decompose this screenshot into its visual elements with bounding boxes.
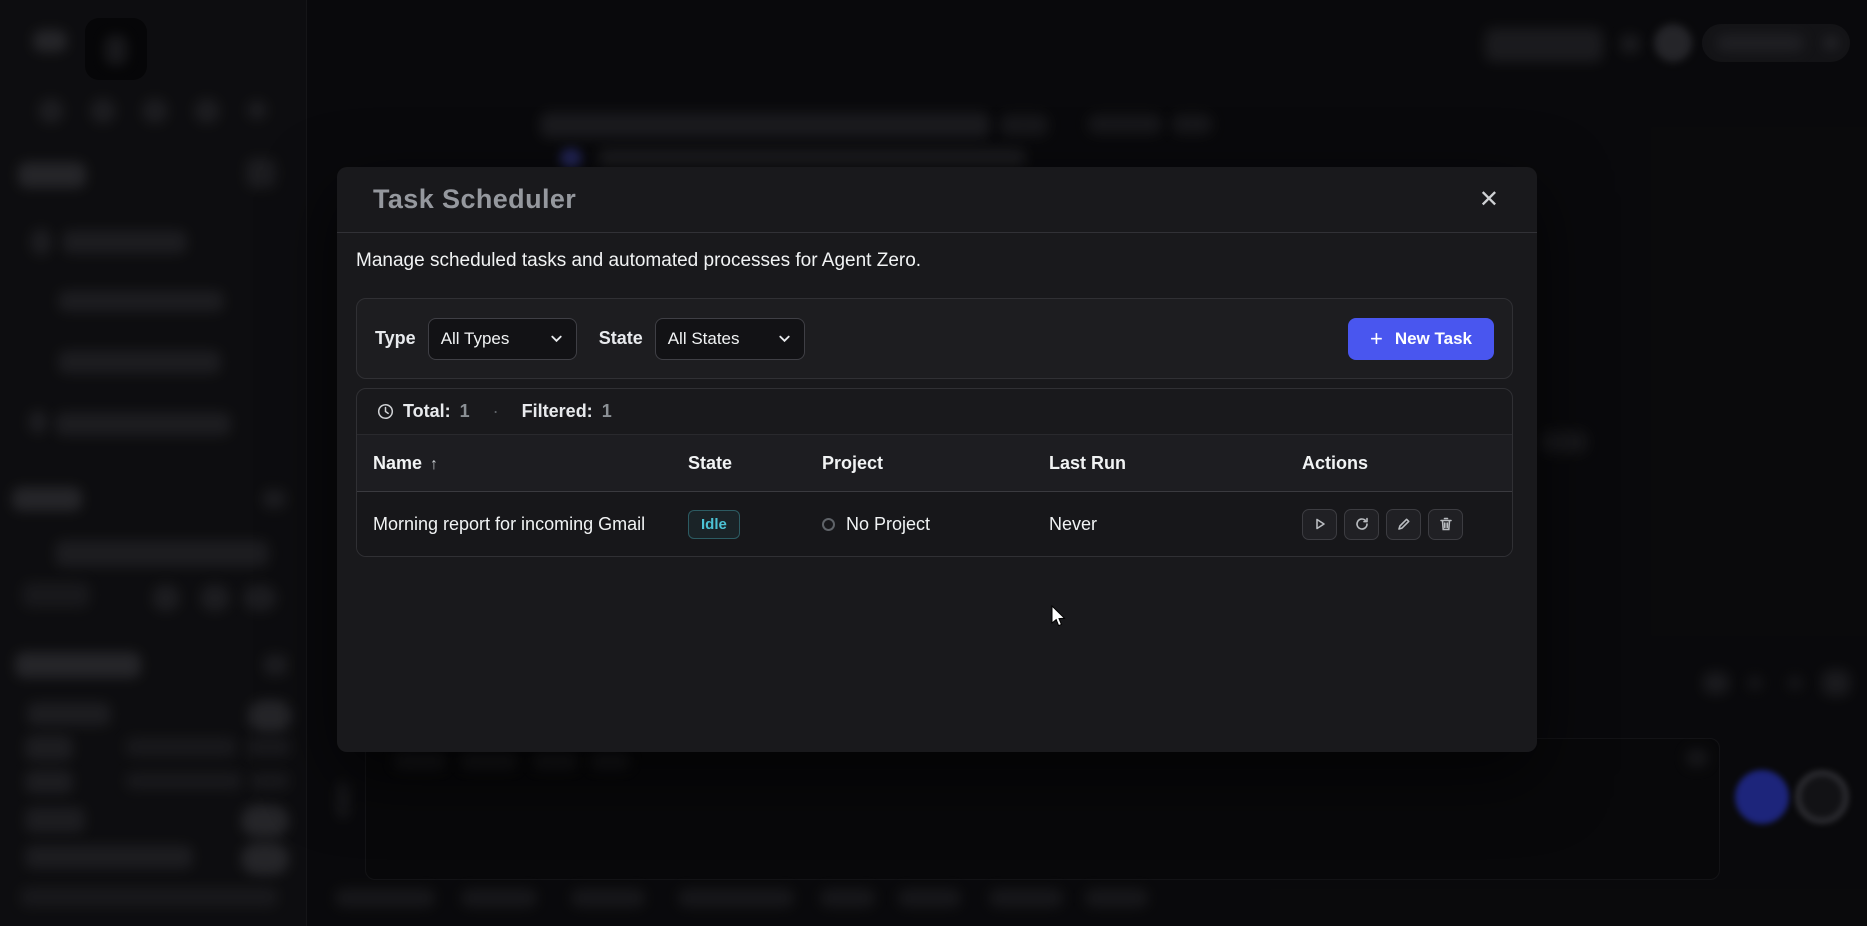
type-filter-label: Type [375, 328, 416, 349]
total-label: Total: [403, 401, 451, 422]
state-filter-label: State [599, 328, 643, 349]
chevron-down-icon [549, 331, 564, 346]
task-last-run: Never [1049, 514, 1302, 535]
modal-title: Task Scheduler [373, 184, 576, 215]
table-row: Morning report for incoming Gmail Idle N… [357, 492, 1512, 556]
stats-separator: · [493, 401, 499, 422]
task-name: Morning report for incoming Gmail [373, 514, 688, 535]
reload-icon [1354, 516, 1370, 532]
status-badge: Idle [688, 510, 740, 539]
reload-task-button[interactable] [1344, 509, 1379, 540]
column-header-last-run[interactable]: Last Run [1049, 453, 1302, 474]
type-filter-value: All Types [441, 329, 510, 349]
filtered-label: Filtered: [522, 401, 593, 422]
table-header-row: Name↑ State Project Last Run Actions [357, 435, 1512, 492]
modal-subtitle: Manage scheduled tasks and automated pro… [356, 250, 921, 272]
filter-toolbar: Type All Types State All States + New Ta… [356, 298, 1513, 379]
modal-header: Task Scheduler ✕ [337, 167, 1537, 233]
edit-task-button[interactable] [1386, 509, 1421, 540]
pencil-icon [1396, 516, 1412, 532]
delete-task-button[interactable] [1428, 509, 1463, 540]
column-header-name[interactable]: Name↑ [373, 453, 688, 474]
new-task-button[interactable]: + New Task [1348, 318, 1494, 360]
column-header-project[interactable]: Project [822, 453, 1049, 474]
row-actions [1302, 509, 1512, 540]
column-header-state[interactable]: State [688, 453, 822, 474]
state-filter-select[interactable]: All States [655, 318, 805, 360]
total-value: 1 [460, 401, 470, 422]
mouse-cursor [1050, 605, 1067, 629]
chevron-down-icon [777, 331, 792, 346]
new-task-label: New Task [1395, 329, 1472, 349]
filtered-value: 1 [602, 401, 612, 422]
column-header-actions: Actions [1302, 453, 1512, 474]
sort-ascending-icon: ↑ [430, 456, 438, 473]
plus-icon: + [1370, 328, 1383, 350]
type-filter-select[interactable]: All Types [428, 318, 577, 360]
project-ring-icon [822, 518, 835, 531]
play-icon [1312, 516, 1328, 532]
tasks-table-card: Total: 1 · Filtered: 1 Name↑ State Proje… [356, 388, 1513, 557]
run-task-button[interactable] [1302, 509, 1337, 540]
state-filter-value: All States [668, 329, 740, 349]
close-icon[interactable]: ✕ [1479, 188, 1499, 212]
task-project: No Project [846, 514, 930, 535]
trash-icon [1438, 516, 1454, 532]
task-scheduler-modal: Task Scheduler ✕ Manage scheduled tasks … [337, 167, 1537, 752]
clock-icon [377, 403, 394, 420]
stats-row: Total: 1 · Filtered: 1 [357, 389, 1512, 435]
